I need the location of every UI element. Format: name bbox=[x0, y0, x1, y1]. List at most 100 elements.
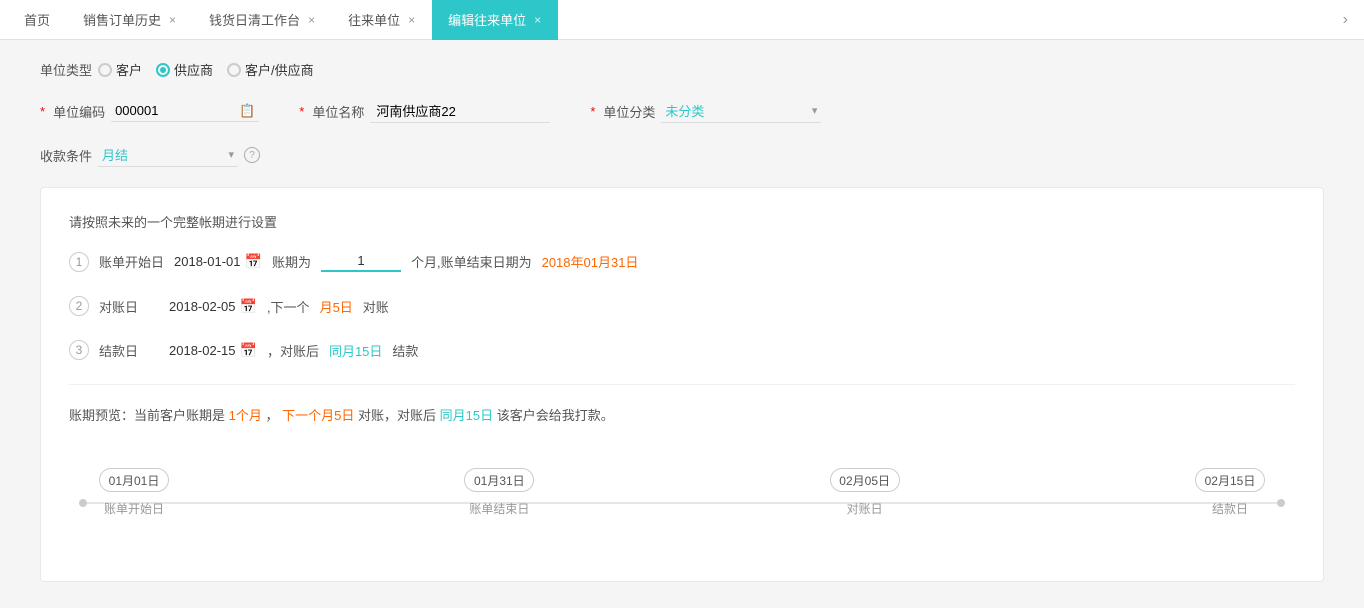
period-3-prefix: ，对账后 bbox=[267, 341, 319, 360]
unit-category-value: 未分类 bbox=[665, 101, 807, 120]
node-circle-4: 02月15日 bbox=[1195, 468, 1265, 492]
radio-customer-supplier-label: 客户/供应商 bbox=[245, 60, 314, 79]
unit-category-select[interactable]: 未分类 ▾ bbox=[661, 99, 821, 123]
period-number-2: 2 bbox=[69, 296, 89, 316]
period-label-3: 结款日 bbox=[99, 341, 159, 360]
period-2-prefix: ,下一个 bbox=[267, 297, 310, 316]
period-3-suffix: 结款 bbox=[392, 341, 418, 360]
node-label-1: 账单开始日 bbox=[104, 500, 164, 517]
payment-terms-chevron-icon: ▾ bbox=[228, 148, 234, 161]
preview-reconcile: 对账，对账后 bbox=[358, 408, 436, 423]
radio-customer-supplier-circle bbox=[227, 63, 241, 77]
tab-partner-close[interactable]: × bbox=[408, 13, 415, 27]
radio-customer-supplier[interactable]: 客户/供应商 bbox=[227, 60, 314, 79]
unit-code-input[interactable] bbox=[115, 103, 235, 118]
preview-text: 账期预览：当前客户账期是 1个月 ， 下一个月5日 对账，对账后 同月15日 该… bbox=[69, 405, 1295, 424]
preview-comma: ， bbox=[266, 408, 279, 423]
period-1-end-date: 2018年01月31日 bbox=[542, 252, 639, 271]
panel-instruction: 请按照未来的一个完整帐期进行设置 bbox=[69, 212, 1295, 231]
chevron-down-icon: ▾ bbox=[812, 104, 818, 117]
node-label-3: 对账日 bbox=[847, 500, 883, 517]
help-icon[interactable]: ? bbox=[244, 147, 260, 163]
unit-info-row: * 单位编码 📋 * 单位名称 * 单位分类 未分类 ▾ bbox=[40, 99, 1324, 123]
tab-nav-right[interactable]: › bbox=[1335, 11, 1356, 29]
tab-partner[interactable]: 往来单位 × bbox=[332, 0, 432, 40]
preview-payment: 同月15日 bbox=[440, 408, 493, 423]
unit-name-group: * 单位名称 bbox=[299, 99, 550, 123]
node-label-2: 账单结束日 bbox=[469, 500, 529, 517]
preview-section: 账期预览：当前客户账期是 1个月 ， 下一个月5日 对账，对账后 同月15日 该… bbox=[69, 384, 1295, 557]
tab-cash-work-close[interactable]: × bbox=[308, 13, 315, 27]
unit-type-label: 单位类型 bbox=[40, 60, 92, 79]
reconcile-date-calendar-icon[interactable]: 📅 bbox=[240, 298, 257, 315]
tab-edit-partner-close[interactable]: × bbox=[534, 13, 541, 27]
timeline-node-2: 01月31日 账单结束日 bbox=[464, 468, 534, 517]
period-1-prefix: 账期为 bbox=[272, 252, 311, 271]
timeline-node-3: 02月05日 对账日 bbox=[830, 468, 900, 517]
radio-supplier[interactable]: 供应商 bbox=[156, 60, 213, 79]
tab-home-label: 首页 bbox=[24, 10, 50, 29]
unit-type-group: 单位类型 客户 供应商 客户/供应商 bbox=[40, 60, 314, 79]
preview-suffix: 该客户会给我打款。 bbox=[497, 408, 614, 423]
tab-cash-work-label: 钱货日清工作台 bbox=[209, 10, 300, 29]
period-number-3: 3 bbox=[69, 340, 89, 360]
timeline-node-4: 02月15日 结款日 bbox=[1195, 468, 1265, 517]
unit-name-input[interactable] bbox=[370, 99, 550, 123]
unit-code-group: * 单位编码 📋 bbox=[40, 101, 259, 122]
period-number-1: 1 bbox=[69, 252, 89, 272]
unit-category-group: * 单位分类 未分类 ▾ bbox=[590, 99, 821, 123]
unit-code-field[interactable]: 📋 bbox=[111, 101, 259, 122]
period-row-1: 1 账单开始日 2018-01-01 📅 账期为 个月,账单结束日期为 2018… bbox=[69, 251, 1295, 272]
unit-code-label: 单位编码 bbox=[53, 102, 105, 121]
tab-edit-partner-label: 编辑往来单位 bbox=[448, 10, 526, 29]
payment-date-calendar-icon[interactable]: 📅 bbox=[240, 342, 257, 359]
unit-type-row: 单位类型 客户 供应商 客户/供应商 bbox=[40, 60, 1324, 79]
tab-sales-history-label: 销售订单历史 bbox=[83, 10, 161, 29]
unit-category-label: 单位分类 bbox=[603, 102, 655, 121]
payment-terms-label: 收款条件 bbox=[40, 146, 92, 165]
period-label-1: 账单开始日 bbox=[99, 252, 164, 271]
timeline-nodes: 01月01日 账单开始日 01月31日 账单结束日 02月05日 对账日 02月… bbox=[79, 468, 1285, 517]
radio-customer-circle bbox=[98, 63, 112, 77]
node-label-4: 结款日 bbox=[1212, 500, 1248, 517]
node-circle-3: 02月05日 bbox=[830, 468, 900, 492]
payment-terms-group: 收款条件 月结 ▾ ? bbox=[40, 143, 260, 167]
tabs-bar: 首页 销售订单历史 × 钱货日清工作台 × 往来单位 × 编辑往来单位 × › bbox=[0, 0, 1364, 40]
radio-supplier-circle bbox=[156, 63, 170, 77]
radio-customer[interactable]: 客户 bbox=[98, 60, 142, 79]
reconcile-date-field: 2018-02-05 📅 bbox=[169, 298, 257, 315]
preview-prefix: 账期预览：当前客户账期是 bbox=[69, 408, 225, 423]
tab-home[interactable]: 首页 bbox=[8, 0, 67, 40]
tab-sales-history-close[interactable]: × bbox=[169, 13, 176, 27]
payment-terms-select[interactable]: 月结 ▾ bbox=[98, 143, 238, 167]
period-1-suffix: 个月,账单结束日期为 bbox=[411, 252, 532, 271]
start-date-value: 2018-01-01 bbox=[174, 254, 241, 269]
tab-edit-partner[interactable]: 编辑往来单位 × bbox=[432, 0, 558, 40]
period-2-highlight: 月5日 bbox=[320, 297, 353, 316]
preview-1month: 1个月 bbox=[229, 408, 262, 423]
period-row-2: 2 对账日 2018-02-05 📅 ,下一个 月5日 对账 bbox=[69, 296, 1295, 316]
content-area: 单位类型 客户 供应商 客户/供应商 * 单位编码 bbox=[0, 40, 1364, 608]
tab-partner-label: 往来单位 bbox=[348, 10, 400, 29]
month-input[interactable] bbox=[321, 251, 401, 272]
tab-sales-history[interactable]: 销售订单历史 × bbox=[67, 0, 193, 40]
timeline-node-1: 01月01日 账单开始日 bbox=[99, 468, 169, 517]
reconcile-date-value: 2018-02-05 bbox=[169, 299, 236, 314]
radio-supplier-label: 供应商 bbox=[174, 60, 213, 79]
start-date-field: 2018-01-01 📅 bbox=[174, 253, 262, 270]
radio-group: 客户 供应商 客户/供应商 bbox=[98, 60, 314, 79]
unit-name-required: * bbox=[299, 104, 304, 119]
radio-customer-label: 客户 bbox=[116, 60, 142, 79]
start-date-calendar-icon[interactable]: 📅 bbox=[245, 253, 262, 270]
node-circle-2: 01月31日 bbox=[464, 468, 534, 492]
payment-date-field: 2018-02-15 📅 bbox=[169, 342, 257, 359]
timeline-start-dot bbox=[79, 499, 87, 507]
period-label-2: 对账日 bbox=[99, 297, 159, 316]
timeline: 01月01日 账单开始日 01月31日 账单结束日 02月05日 对账日 02月… bbox=[79, 448, 1285, 557]
tab-cash-work[interactable]: 钱货日清工作台 × bbox=[193, 0, 332, 40]
node-circle-1: 01月01日 bbox=[99, 468, 169, 492]
period-3-highlight: 同月15日 bbox=[329, 341, 382, 360]
unit-code-required: * bbox=[40, 104, 45, 119]
unit-category-required: * bbox=[590, 104, 595, 119]
payment-date-value: 2018-02-15 bbox=[169, 343, 236, 358]
